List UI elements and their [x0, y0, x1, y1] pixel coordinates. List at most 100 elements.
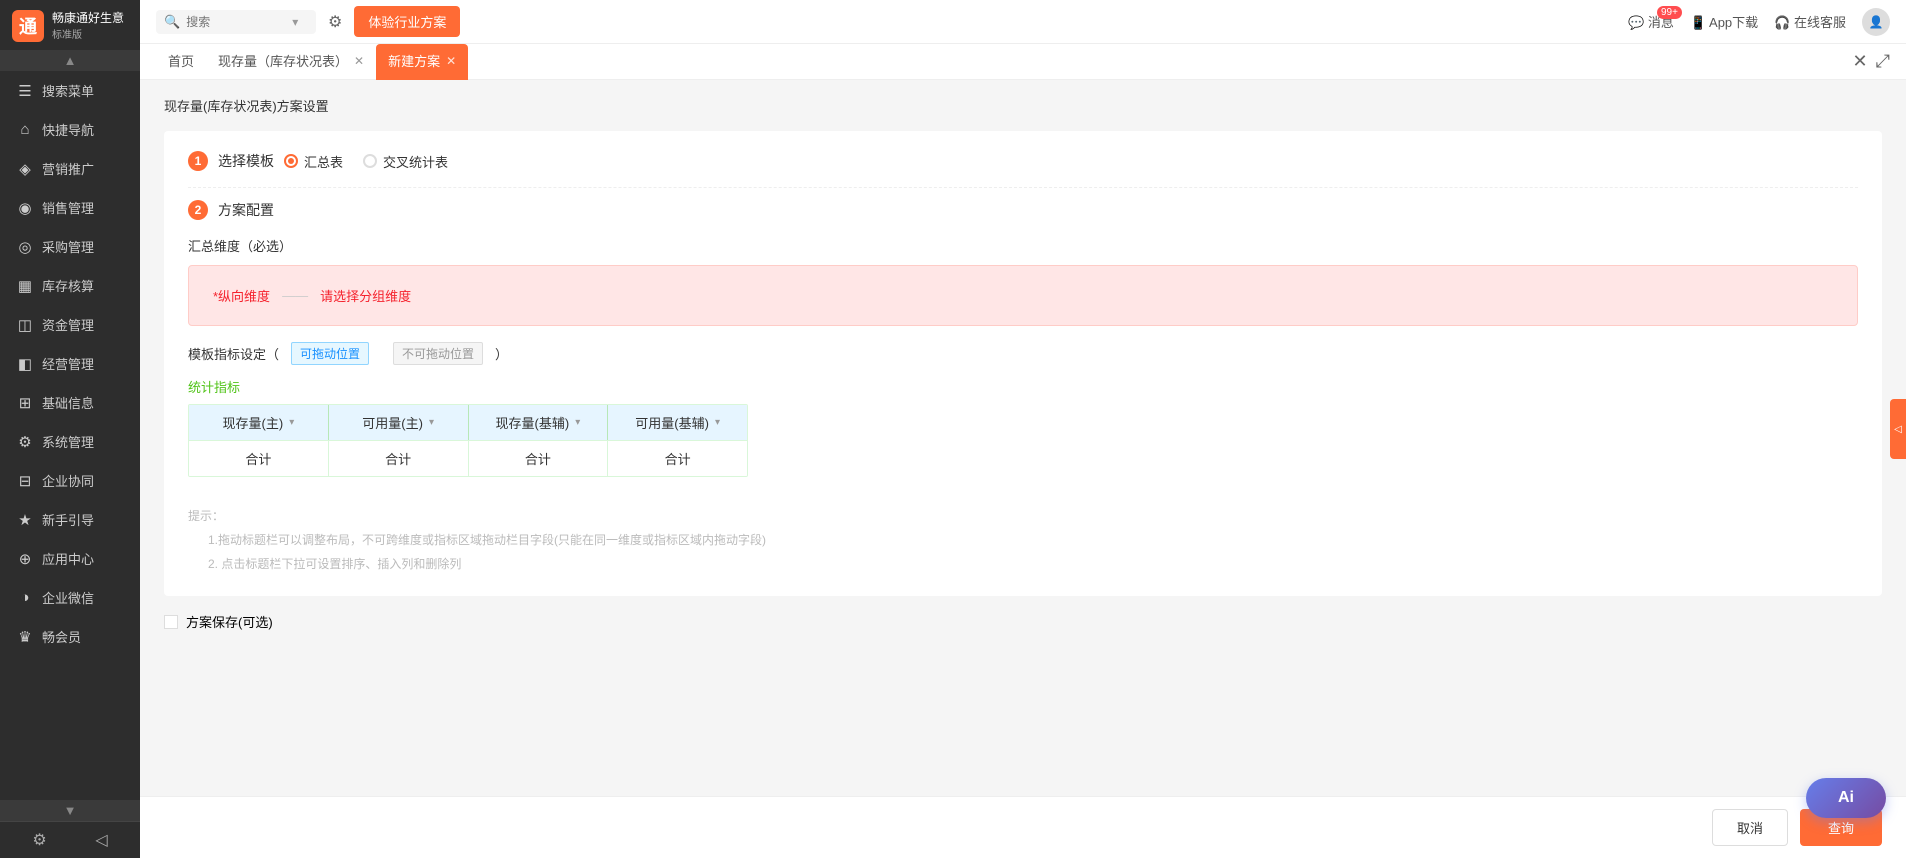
indicator-settings-label: 模板指标设定（ 可拖动位置 不可拖动位置 ）	[188, 342, 1858, 365]
topbar-settings-icon[interactable]: ⚙	[328, 12, 342, 32]
sidebar-item-label: 库存核算	[42, 276, 94, 295]
col-label-0: 现存量(主)	[223, 413, 284, 432]
sidebar-scroll-down[interactable]: ▼	[0, 800, 140, 821]
tab-inventory[interactable]: 现存量（库存状况表） ✕	[206, 44, 376, 80]
online-service-label: 在线客服	[1794, 15, 1846, 30]
tab-new-plan-close[interactable]: ✕	[446, 54, 456, 68]
sidebar-item-enterprise[interactable]: ⊟ 企业协同	[0, 461, 140, 500]
message-badge[interactable]: 💬 消息 99+	[1628, 12, 1674, 31]
marketing-icon: ◈	[16, 160, 34, 178]
settings-footer-icon[interactable]: ⚙	[32, 830, 46, 850]
sidebar-item-marketing[interactable]: ◈ 营销推广	[0, 149, 140, 188]
summary-dim-label: 汇总维度（必选）	[188, 236, 1858, 255]
sidebar-scroll-up[interactable]: ▲	[0, 50, 140, 71]
tab-close-btn[interactable]: ✕	[1853, 51, 1868, 72]
inventory-icon: ▦	[16, 277, 34, 295]
ai-label: Ai	[1838, 789, 1854, 807]
app-download-icon: 📱	[1690, 15, 1706, 30]
col-arrow-0[interactable]: ▾	[289, 417, 294, 428]
col-header-1[interactable]: 可用量(主) ▾	[329, 405, 469, 440]
sidebar-logo: 通 畅康通好生意 标准版	[0, 0, 140, 50]
cell-3: 合计	[608, 441, 747, 476]
sidebar-item-label: 企业微信	[42, 588, 94, 607]
radio-cross-circle	[363, 154, 377, 168]
tab-new-plan[interactable]: 新建方案 ✕	[376, 44, 468, 80]
save-checkbox[interactable]	[164, 615, 178, 629]
dimension-box[interactable]: *纵向维度 —— 请选择分组维度	[188, 265, 1858, 326]
search-input[interactable]	[186, 15, 286, 29]
sidebar-item-purchase[interactable]: ◎ 采购管理	[0, 227, 140, 266]
tab-home[interactable]: 首页	[156, 44, 206, 80]
col-arrow-2[interactable]: ▾	[575, 417, 580, 428]
enterprise-icon: ⊟	[16, 472, 34, 490]
app-download-link[interactable]: 📱 App下载	[1690, 12, 1758, 31]
finance-icon: ◫	[16, 316, 34, 334]
col-arrow-3[interactable]: ▾	[715, 417, 720, 428]
sidebar-item-member[interactable]: ♛ 畅会员	[0, 617, 140, 656]
sidebar-item-label: 基础信息	[42, 393, 94, 412]
sidebar-item-label: 新手引导	[42, 510, 94, 529]
tab-expand-btn[interactable]: ⤢	[1876, 51, 1890, 72]
user-avatar[interactable]: 👤	[1862, 8, 1890, 36]
sidebar-item-appcenter[interactable]: ⊕ 应用中心	[0, 539, 140, 578]
search-menu-icon: ☰	[16, 82, 34, 100]
dimension-placeholder: 请选择分组维度	[320, 286, 411, 305]
tabs-right-controls: ✕ ⤢	[1853, 51, 1891, 72]
volume-footer-icon[interactable]: ◁	[95, 830, 107, 850]
stats-header-row: 现存量(主) ▾ 可用量(主) ▾ 现存量(基辅) ▾ 可用量(基辅) ▾	[189, 405, 747, 440]
cell-1: 合计	[329, 441, 469, 476]
col-arrow-1[interactable]: ▾	[429, 417, 434, 428]
sidebar-item-label: 销售管理	[42, 198, 94, 217]
sidebar-item-search[interactable]: ☰ 搜索菜单	[0, 71, 140, 110]
sidebar-item-basic[interactable]: ⊞ 基础信息	[0, 383, 140, 422]
trial-industry-button[interactable]: 体验行业方案	[354, 6, 460, 37]
cancel-button[interactable]: 取消	[1712, 809, 1788, 846]
sidebar-item-label: 搜索菜单	[42, 81, 94, 100]
col-label-3: 可用量(基辅)	[635, 413, 709, 432]
sidebar-item-wechat[interactable]: ◑ 企业微信	[0, 578, 140, 617]
operations-icon: ◧	[16, 355, 34, 373]
step2-header: 2 方案配置	[188, 200, 1858, 220]
radio-summary-table[interactable]: 汇总表	[284, 152, 343, 171]
search-icon: 🔍	[164, 14, 180, 30]
sidebar-item-newbie[interactable]: ★ 新手引导	[0, 500, 140, 539]
tabs-bar: 首页 现存量（库存状况表） ✕ 新建方案 ✕ ✕ ⤢	[140, 44, 1906, 80]
ai-assistant-button[interactable]: Ai	[1806, 778, 1886, 818]
stats-table: 现存量(主) ▾ 可用量(主) ▾ 现存量(基辅) ▾ 可用量(基辅) ▾	[188, 404, 748, 477]
sidebar-item-label: 畅会员	[42, 627, 81, 646]
radio-summary-circle	[284, 154, 298, 168]
sidebar-item-label: 快捷导航	[42, 120, 94, 139]
newbie-icon: ★	[16, 511, 34, 529]
sidebar-item-label: 企业协同	[42, 471, 94, 490]
member-icon: ♛	[16, 628, 34, 646]
online-service-link[interactable]: 🎧 在线客服	[1774, 12, 1846, 31]
col-header-2[interactable]: 现存量(基辅) ▾	[469, 405, 609, 440]
right-panel-tab[interactable]: ◁	[1890, 399, 1906, 459]
sidebar-item-label: 经营管理	[42, 354, 94, 373]
radio-cross-table[interactable]: 交叉统计表	[363, 152, 448, 171]
stats-section-title: 统计指标	[188, 377, 1858, 396]
col-label-1: 可用量(主)	[362, 413, 423, 432]
dimension-row: *纵向维度 —— 请选择分组维度	[213, 286, 1833, 305]
col-header-0[interactable]: 现存量(主) ▾	[189, 405, 329, 440]
sidebar-item-finance[interactable]: ◫ 资金管理	[0, 305, 140, 344]
sidebar-item-quicknav[interactable]: ⌂ 快捷导航	[0, 110, 140, 149]
step1-title: 选择模板	[218, 151, 274, 171]
step1-number: 1	[188, 151, 208, 171]
sidebar-item-sales[interactable]: ◉ 销售管理	[0, 188, 140, 227]
panel-tab-icon: ◁	[1894, 424, 1902, 435]
search-dropdown-icon[interactable]: ▾	[292, 15, 298, 29]
indicator-suffix: ）	[495, 344, 508, 363]
sidebar-item-system[interactable]: ⚙ 系统管理	[0, 422, 140, 461]
cell-2: 合计	[469, 441, 609, 476]
sidebar-item-operations[interactable]: ◧ 经营管理	[0, 344, 140, 383]
sidebar-item-inventory[interactable]: ▦ 库存核算	[0, 266, 140, 305]
search-box[interactable]: 🔍 ▾	[156, 10, 316, 34]
col-header-3[interactable]: 可用量(基辅) ▾	[608, 405, 747, 440]
indicator-fixed-badge: 不可拖动位置	[393, 342, 483, 365]
tab-inventory-close[interactable]: ✕	[354, 54, 364, 68]
sales-icon: ◉	[16, 199, 34, 217]
appcenter-icon: ⊕	[16, 550, 34, 568]
basic-info-icon: ⊞	[16, 394, 34, 412]
sidebar-item-label: 采购管理	[42, 237, 94, 256]
